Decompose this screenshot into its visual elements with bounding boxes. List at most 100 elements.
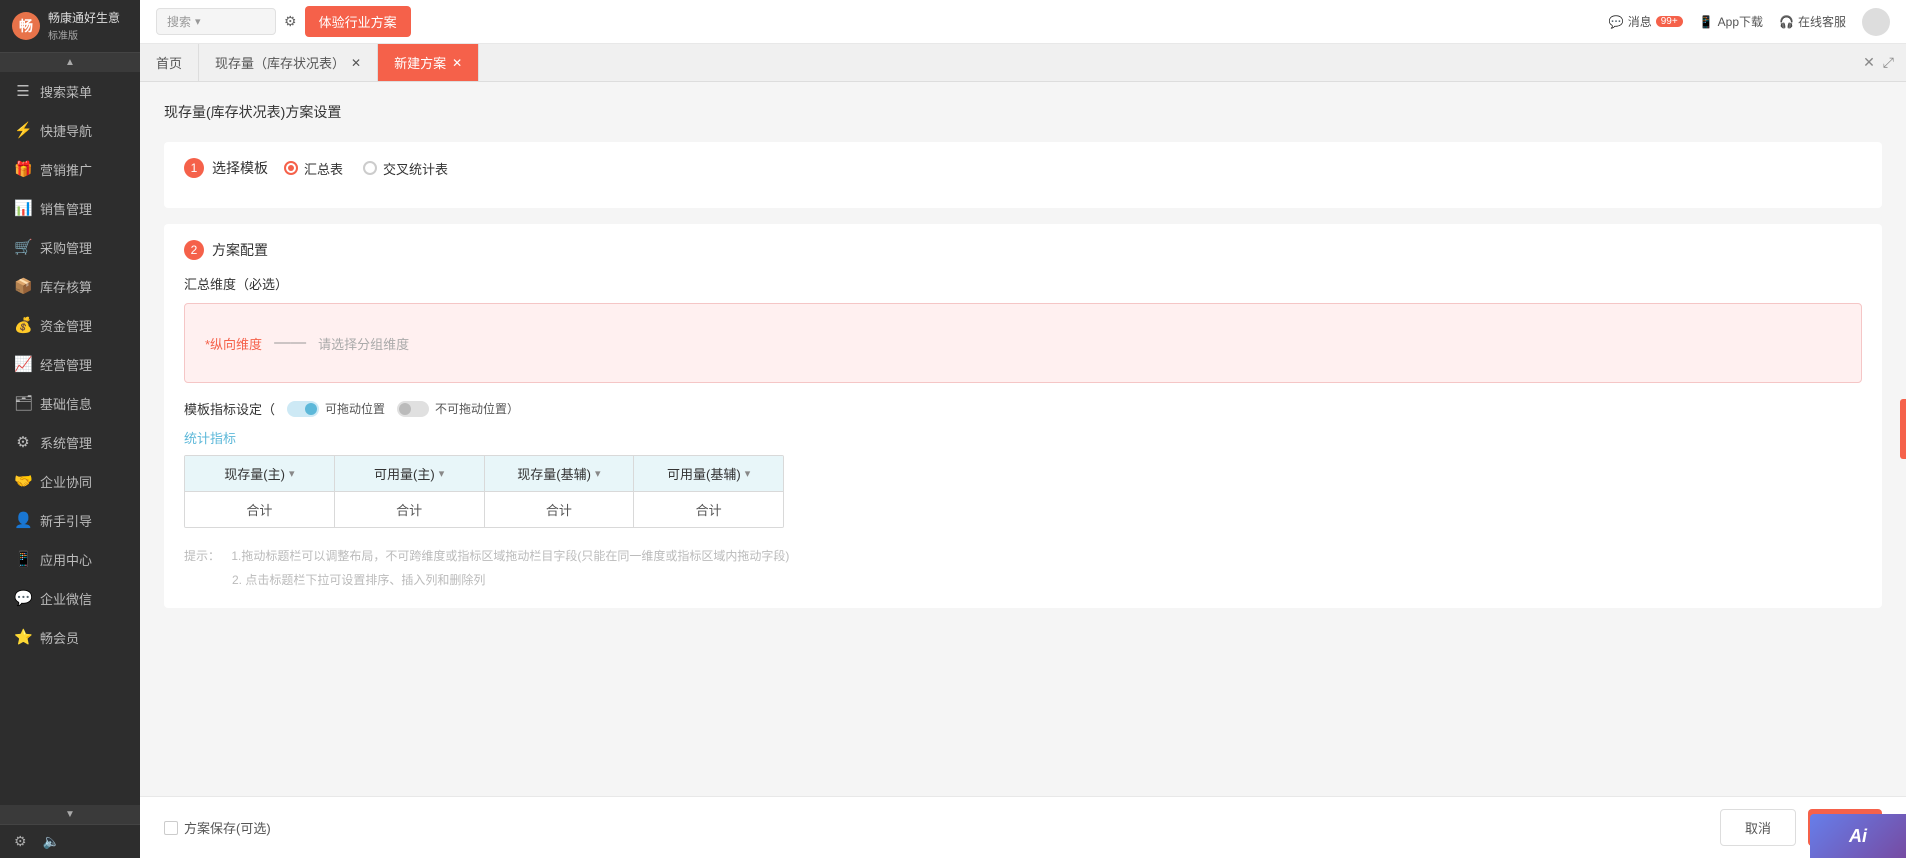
stats-col-header-1[interactable]: 可用量(主) ▾ xyxy=(335,456,484,492)
save-checkbox-box[interactable] xyxy=(164,821,178,835)
sidebar-label-sales: 销售管理 xyxy=(40,199,92,218)
stats-col-header-2[interactable]: 现存量(基辅) ▾ xyxy=(485,456,634,492)
draggable-text: 可拖动位置 xyxy=(325,400,385,417)
tab-inventory[interactable]: 现存量（库存状况表） ✕ xyxy=(199,44,378,81)
tab-new-plan-label: 新建方案 xyxy=(394,53,446,72)
sidebar-item-basic-info[interactable]: 🗂基础信息 xyxy=(0,384,140,423)
sidebar-icon-wechat: 💬 xyxy=(14,589,32,607)
chevron-down-icon: ▾ xyxy=(439,467,445,480)
stats-col-header-0[interactable]: 现存量(主) ▾ xyxy=(185,456,334,492)
online-service-action[interactable]: 🎧 在线客服 xyxy=(1779,13,1846,30)
indicators-section: 模板指标设定（ 可拖动位置 不可拖动位置） 统计指标 现存量(主) ▾ xyxy=(184,399,1862,592)
tab-inventory-close[interactable]: ✕ xyxy=(351,56,361,70)
sidebar-item-newbie[interactable]: 👤新手引导 xyxy=(0,501,140,540)
sidebar-label-search-menu: 搜索菜单 xyxy=(40,82,92,101)
sidebar-icon-enterprise: 🤝 xyxy=(14,472,32,490)
sidebar-item-wechat[interactable]: 💬企业微信 xyxy=(0,579,140,618)
sidebar-icon-quick-nav: ⚡ xyxy=(14,121,32,139)
tips-section: 提示： 1.拖动标题栏可以调整布局，不可跨维度或指标区域拖动栏目字段(只能在同一… xyxy=(184,544,1862,592)
sidebar-item-purchase[interactable]: 🛒采购管理 xyxy=(0,228,140,267)
stats-col-0[interactable]: 现存量(主) ▾ 合计 xyxy=(185,456,335,527)
stats-header: 现存量(主) ▾ 合计 可用量(主) ▾ 合计 现存量(基辅) ▾ 合计 可用量… xyxy=(185,456,783,527)
stats-col-body-3: 合计 xyxy=(634,492,783,527)
sidebar-item-search-menu[interactable]: ☰搜索菜单 xyxy=(0,72,140,111)
dim-arrow: —— xyxy=(274,334,306,352)
sidebar-item-quick-nav[interactable]: ⚡快捷导航 xyxy=(0,111,140,150)
sidebar-label-app-center: 应用中心 xyxy=(40,550,92,569)
stats-col-3[interactable]: 可用量(基辅) ▾ 合计 xyxy=(634,456,783,527)
radio-cross[interactable]: 交叉统计表 xyxy=(363,159,448,178)
sound-icon[interactable]: 🔈 xyxy=(43,833,60,850)
sidebar-item-app-center[interactable]: 📱 应用中心 xyxy=(0,540,140,579)
sidebar-icon-app-center: 📱 xyxy=(14,550,32,568)
settings-icon[interactable]: ⚙ xyxy=(14,833,27,850)
dimension-label: 汇总维度（必选） xyxy=(184,274,1862,293)
sidebar-nav: ☰搜索菜单⚡快捷导航 🎁 营销推广 📊 销售管理 🛒采购管理📦库存核算💰资金管理 📈 经营管理… xyxy=(0,72,140,805)
sidebar-label-purchase: 采购管理 xyxy=(40,238,92,257)
sidebar-item-marketing[interactable]: 🎁 营销推广 xyxy=(0,150,140,189)
stats-col-2[interactable]: 现存量(基辅) ▾ 合计 xyxy=(485,456,635,527)
right-edge-bar xyxy=(1900,399,1906,459)
sidebar-icon-sales: 📊 xyxy=(14,199,32,217)
gear-icon[interactable]: ⚙ xyxy=(284,13,297,30)
chevron-down-icon: ▾ xyxy=(289,467,295,480)
sidebar-item-member[interactable]: ⭐ 畅会员 xyxy=(0,618,140,657)
sidebar-icon-member: ⭐ xyxy=(14,628,32,646)
toggle-draggable[interactable] xyxy=(287,401,319,417)
dim-placeholder: 请选择分组维度 xyxy=(318,334,409,353)
sidebar-item-inventory[interactable]: 📦库存核算 xyxy=(0,267,140,306)
save-checkbox[interactable]: 方案保存(可选) xyxy=(164,818,271,837)
close-window-icon[interactable]: ✕ xyxy=(1863,54,1875,71)
sidebar-icon-operations: 📈 xyxy=(14,355,32,373)
step2-section: 2 方案配置 汇总维度（必选） *纵向维度 —— 请选择分组维度 模板指标设定（… xyxy=(164,224,1882,608)
step1-section: 1 选择模板 汇总表 交叉统计表 xyxy=(164,142,1882,208)
search-box[interactable]: 搜索 ▾ xyxy=(156,8,276,35)
tab-inventory-label: 现存量（库存状况表） xyxy=(215,53,345,72)
stats-col-header-3[interactable]: 可用量(基辅) ▾ xyxy=(634,456,783,492)
save-label: 方案保存(可选) xyxy=(184,818,271,837)
tab-home[interactable]: 首页 xyxy=(140,44,199,81)
sidebar-item-enterprise[interactable]: 🤝企业协同 xyxy=(0,462,140,501)
sidebar-icon-system: ⚙ xyxy=(14,433,32,451)
sidebar-item-sales[interactable]: 📊 销售管理 xyxy=(0,189,140,228)
stats-col-header-label-3: 可用量(基辅) xyxy=(667,464,741,483)
messages-action[interactable]: 💬 消息 99+ xyxy=(1609,13,1683,30)
sidebar-scroll-down[interactable]: ▼ xyxy=(0,805,140,824)
dim-required-label: *纵向维度 xyxy=(205,334,262,353)
expand-icon[interactable]: ⤢ xyxy=(1883,54,1894,71)
brand-icon: 畅 xyxy=(12,12,40,40)
cancel-button[interactable]: 取消 xyxy=(1720,809,1796,846)
sidebar-label-finance: 资金管理 xyxy=(40,316,92,335)
app-download-action[interactable]: 📱 App下载 xyxy=(1699,13,1763,30)
sidebar-icon-newbie: 👤 xyxy=(14,511,32,529)
step2-header: 2 方案配置 xyxy=(184,240,1862,260)
trial-btn[interactable]: 体验行业方案 xyxy=(305,6,411,37)
stats-col-body-2: 合计 xyxy=(485,492,634,527)
dimension-box[interactable]: *纵向维度 —— 请选择分组维度 xyxy=(184,303,1862,383)
sidebar-scroll-up[interactable]: ▲ xyxy=(0,53,140,72)
draggable-toggle[interactable]: 可拖动位置 xyxy=(287,400,385,417)
brand-tag: 标准版 xyxy=(48,27,120,42)
stats-title: 统计指标 xyxy=(184,428,1862,447)
sidebar-item-operations[interactable]: 📈 经营管理 xyxy=(0,345,140,384)
tab-new-plan[interactable]: 新建方案 ✕ xyxy=(378,44,479,81)
topbar: 搜索 ▾ ⚙ 体验行业方案 💬 消息 99+ 📱 App下载 🎧 在线客服 xyxy=(140,0,1906,44)
tab-controls: ✕ ⤢ xyxy=(1863,54,1906,71)
topbar-right: 💬 消息 99+ 📱 App下载 🎧 在线客服 xyxy=(1609,8,1890,36)
ai-float-button[interactable]: Ai xyxy=(1810,814,1906,858)
tip-1: 1.拖动标题栏可以调整布局，不可跨维度或指标区域拖动栏目字段(只能在同一维度或指… xyxy=(231,549,789,563)
avatar[interactable] xyxy=(1862,8,1890,36)
sidebar-item-finance[interactable]: 💰资金管理 xyxy=(0,306,140,345)
sidebar-label-member: 畅会员 xyxy=(40,628,79,647)
sidebar-label-operations: 经营管理 xyxy=(40,355,92,374)
sidebar-item-system[interactable]: ⚙系统管理 xyxy=(0,423,140,462)
tab-new-plan-close[interactable]: ✕ xyxy=(452,56,462,70)
tip-2: 2. 点击标题栏下拉可设置排序、插入列和删除列 xyxy=(232,573,485,587)
sidebar: 畅 畅康通好生意 标准版 ▲ ☰搜索菜单⚡快捷导航🎁营销推广📊销售管理🛒采购管理… xyxy=(0,0,140,858)
sidebar-label-marketing: 营销推广 xyxy=(40,160,92,179)
radio-cross-label: 交叉统计表 xyxy=(383,159,448,178)
non-draggable-text: 不可拖动位置） xyxy=(435,400,519,417)
sidebar-icon-marketing: 🎁 xyxy=(14,160,32,178)
stats-col-1[interactable]: 可用量(主) ▾ 合计 xyxy=(335,456,485,527)
radio-summary[interactable]: 汇总表 xyxy=(284,159,343,178)
